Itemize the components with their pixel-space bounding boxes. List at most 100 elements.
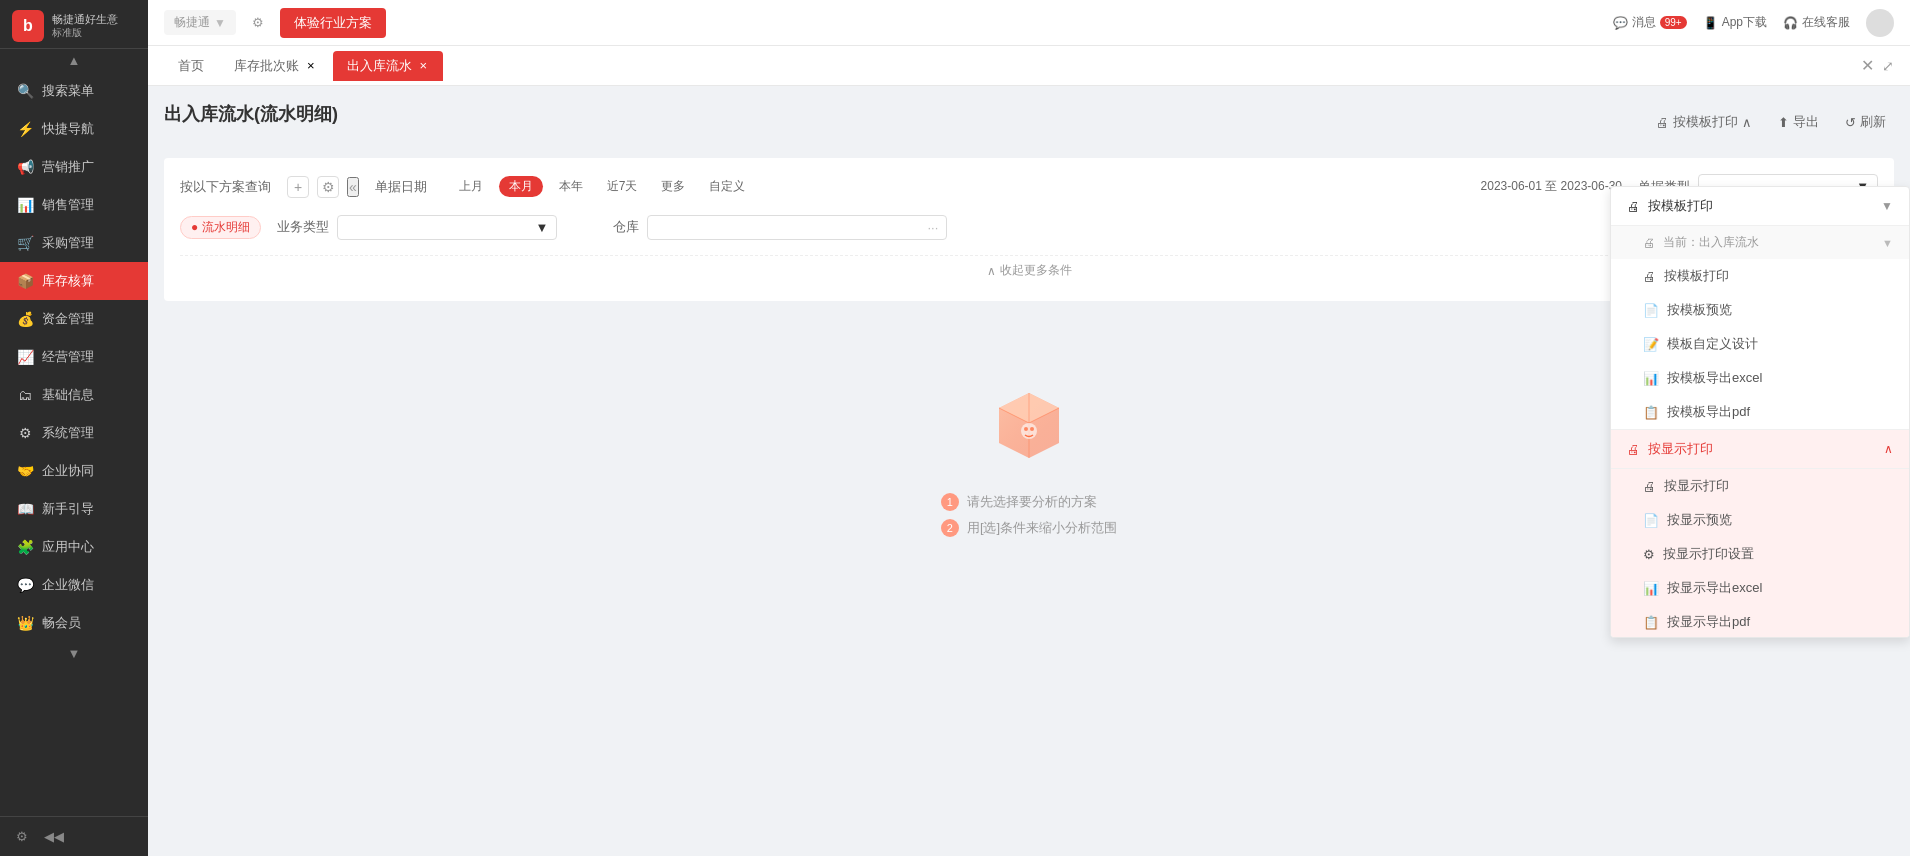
service-label: 在线客服 [1802, 14, 1850, 31]
biz-type-chevron-icon: ▼ [535, 220, 548, 235]
sidebar-item-member[interactable]: 👑 畅会员 [0, 604, 148, 642]
date-range-text: 2023-06-01 至 2023-06-30 [1481, 179, 1622, 193]
template-export-pdf-item[interactable]: 📋 按模板导出pdf [1611, 395, 1909, 429]
sidebar-item-corp-label: 企业协同 [42, 462, 94, 480]
dp-printer-icon: 🖨 [1643, 479, 1656, 494]
topbar-right: 💬 消息 99+ 📱 App下载 🎧 在线客服 [1613, 9, 1894, 37]
tab-flow[interactable]: 出入库流水 × [333, 51, 444, 81]
sidebar-item-purchase-label: 采购管理 [42, 234, 94, 252]
app-logo: b 畅捷通好生意 标准版 [0, 0, 148, 49]
tag-icon: ● [191, 220, 198, 234]
sidebar-item-marketing[interactable]: 📢 营销推广 [0, 148, 148, 186]
logo-badge: 标准版 [52, 26, 118, 40]
template-print-action-item[interactable]: 🖨 按模板打印 [1611, 259, 1909, 293]
template-customize-item[interactable]: 📝 模板自定义设计 [1611, 327, 1909, 361]
sidebar-item-corp[interactable]: 🤝 企业协同 [0, 452, 148, 490]
user-avatar[interactable] [1866, 9, 1894, 37]
display-preview-item[interactable]: 📄 按显示预览 [1611, 503, 1909, 537]
display-print-settings-item[interactable]: ⚙ 按显示打印设置 [1611, 537, 1909, 571]
template-print-label: 按模板打印 [1673, 113, 1738, 131]
display-export-excel-label: 按显示导出excel [1667, 579, 1762, 597]
shortcut-this-month[interactable]: 本月 [499, 176, 543, 197]
topbar-settings-button[interactable]: ⚙ [244, 9, 272, 37]
shortcut-last-month[interactable]: 上月 [451, 176, 491, 197]
shortcut-more[interactable]: 更多 [653, 176, 693, 197]
sidebar-item-inventory-label: 库存核算 [42, 272, 94, 290]
sidebar-item-operation[interactable]: 📈 经营管理 [0, 338, 148, 376]
refresh-button[interactable]: ↺ 刷新 [1837, 109, 1894, 135]
warehouse-select[interactable]: ··· [647, 215, 947, 240]
filter-header-label: 按以下方案查询 [180, 178, 271, 196]
wechat-icon: 💬 [16, 576, 34, 594]
tab-home-label: 首页 [178, 57, 204, 75]
display-print-settings-label: 按显示打印设置 [1663, 545, 1754, 563]
dp-settings-icon: ⚙ [1643, 547, 1655, 562]
display-export-excel-item[interactable]: 📊 按显示导出excel [1611, 571, 1909, 605]
shortcut-this-year[interactable]: 本年 [551, 176, 591, 197]
sidebar-item-purchase[interactable]: 🛒 采购管理 [0, 224, 148, 262]
message-icon: 💬 [1613, 16, 1628, 30]
close-tab-button[interactable]: ✕ [1861, 56, 1874, 75]
step-1-text: 请先选择要分析的方案 [967, 493, 1097, 511]
shortcut-7days[interactable]: 近7天 [599, 176, 646, 197]
shortcut-custom[interactable]: 自定义 [701, 176, 753, 197]
template-export-pdf-label: 按模板导出pdf [1667, 403, 1750, 421]
tab-batch[interactable]: 库存批次账 × [220, 51, 331, 81]
svg-point-5 [1030, 427, 1034, 431]
biz-type-select[interactable]: ▼ [337, 215, 557, 240]
dp-preview-icon: 📄 [1643, 513, 1659, 528]
tab-batch-close[interactable]: × [305, 58, 317, 73]
empty-steps: 1 请先选择要分析的方案 2 用[选]条件来缩小分析范围 [941, 493, 1117, 537]
sidebar-item-inventory[interactable]: 📦 库存核算 [0, 262, 148, 300]
template-export-excel-item[interactable]: 📊 按模板导出excel [1611, 361, 1909, 395]
sidebar-item-operation-label: 经营管理 [42, 348, 94, 366]
display-printer-icon: 🖨 [1627, 442, 1640, 457]
svg-point-4 [1024, 427, 1028, 431]
display-print-section-label: 按显示打印 [1648, 440, 1713, 458]
date-range-display: 2023-06-01 至 2023-06-30 [1481, 178, 1622, 195]
sidebar-collapse-icon[interactable]: ◀◀ [44, 829, 64, 844]
sidebar-item-sales[interactable]: 📊 销售管理 [0, 186, 148, 224]
display-export-pdf-item[interactable]: 📋 按显示导出pdf [1611, 605, 1909, 637]
page-title: 出入库流水(流水明细) [164, 102, 338, 126]
current-template-item[interactable]: 🖨 当前：出入库流水 ▼ [1611, 226, 1909, 259]
filter-tag-shuimingxi[interactable]: ● 流水明细 [180, 216, 261, 239]
template-preview-item[interactable]: 📄 按模板预览 [1611, 293, 1909, 327]
filter-collapse-button[interactable]: « [347, 177, 359, 197]
sidebar-settings-icon[interactable]: ⚙ [16, 829, 28, 844]
sidebar-item-system[interactable]: ⚙ 系统管理 [0, 414, 148, 452]
template-print-section: 🖨 按模板打印 ▼ 🖨 当前：出入库流水 ▼ 🖨 按模板打印 [1611, 187, 1909, 429]
filter-settings-button[interactable]: ⚙ [317, 176, 339, 198]
headset-icon: 🎧 [1783, 16, 1798, 30]
app-label: App下载 [1722, 14, 1767, 31]
sidebar-item-quick-nav[interactable]: ⚡ 快捷导航 [0, 110, 148, 148]
industry-solution-button[interactable]: 体验行业方案 [280, 8, 386, 38]
tab-home[interactable]: 首页 [164, 51, 218, 81]
display-print-action-item[interactable]: 🖨 按显示打印 [1611, 469, 1909, 503]
export-button[interactable]: ⬆ 导出 [1770, 109, 1827, 135]
sidebar-item-apps-label: 应用中心 [42, 538, 94, 556]
sidebar-item-basic[interactable]: 🗂 基础信息 [0, 376, 148, 414]
filter-add-button[interactable]: + [287, 176, 309, 198]
tab-flow-close[interactable]: × [418, 58, 430, 73]
sidebar-item-wechat[interactable]: 💬 企业微信 [0, 566, 148, 604]
display-print-section-header[interactable]: 🖨 按显示打印 ∧ [1611, 430, 1909, 469]
app-download-button[interactable]: 📱 App下载 [1703, 14, 1767, 31]
gear-icon: ⚙ [16, 424, 34, 442]
sidebar-item-search[interactable]: 🔍 搜索菜单 [0, 72, 148, 110]
sidebar-item-finance[interactable]: 💰 资金管理 [0, 300, 148, 338]
sidebar-item-apps[interactable]: 🧩 应用中心 [0, 528, 148, 566]
message-button[interactable]: 💬 消息 99+ [1613, 14, 1687, 31]
sidebar-item-member-label: 畅会员 [42, 614, 81, 632]
expand-button[interactable]: ⤢ [1882, 58, 1894, 74]
online-service-button[interactable]: 🎧 在线客服 [1783, 14, 1850, 31]
current-template-label: 当前：出入库流水 [1663, 234, 1759, 251]
display-print-action-label: 按显示打印 [1664, 477, 1729, 495]
display-section-chevron-icon: ∧ [1884, 442, 1893, 456]
template-print-section-label: 按模板打印 [1648, 197, 1713, 215]
template-print-button[interactable]: 🖨 按模板打印 ∧ [1648, 109, 1760, 135]
box-icon: 📦 [16, 272, 34, 290]
template-preview-label: 按模板预览 [1667, 301, 1732, 319]
template-print-section-header[interactable]: 🖨 按模板打印 ▼ [1611, 187, 1909, 226]
sidebar-item-guide[interactable]: 📖 新手引导 [0, 490, 148, 528]
